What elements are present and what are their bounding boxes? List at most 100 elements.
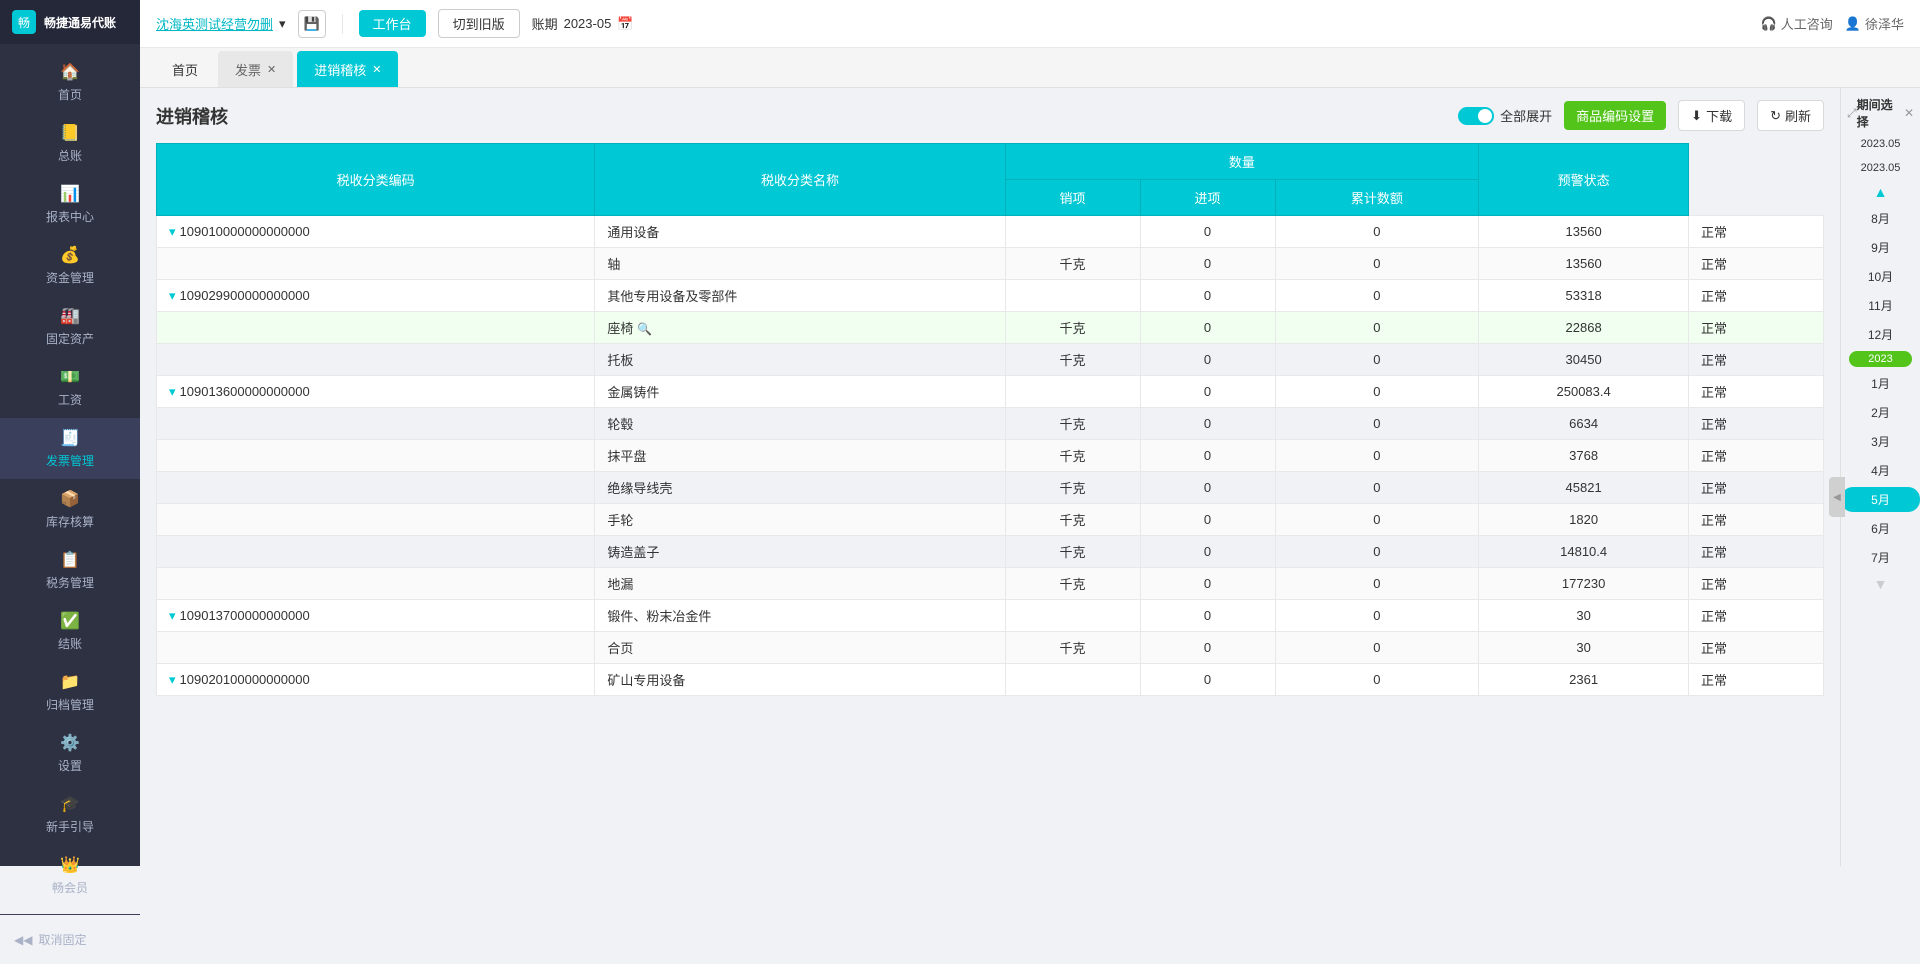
sidebar-item-invoice[interactable]: 🧾 发票管理 [0,418,140,479]
period-item-3[interactable]: 3月 [1841,429,1920,454]
period-item-9[interactable]: 9月 [1841,235,1920,260]
period-item-10[interactable]: 10月 [1841,264,1920,289]
ledger-icon: 📒 [60,123,80,143]
sidebar-label-invoice: 发票管理 [46,452,94,469]
sidebar-item-inventory[interactable]: 📦 库存核算 [0,479,140,540]
period-item-12[interactable]: 12月 [1841,322,1920,347]
main-area: 沈海英测试经营勿删 ▾ 💾 工作台 切到旧版 账期 2023-05 📅 🎧 人工… [140,0,1920,866]
cell-sales: 0 [1140,408,1275,440]
sidebar-item-settings[interactable]: ⚙️ 设置 [0,723,140,784]
sidebar-item-member[interactable]: 👑 畅会员 [0,845,140,906]
sidebar-item-salary[interactable]: 💵 工资 [0,357,140,418]
expand-icon[interactable]: ▾ [169,224,176,239]
cell-purchase: 0 [1275,440,1479,472]
cell-name: 矿山专用设备 [595,664,1005,696]
company-selector[interactable]: 沈海英测试经营勿删 ▾ [156,14,286,33]
topbar-divider-1 [342,14,343,34]
sidebar-item-home[interactable]: 🏠 首页 [0,52,140,113]
cell-unit [1005,664,1140,696]
cell-purchase: 0 [1275,216,1479,248]
toggle-all-label: 全部展开 [1500,106,1552,125]
period-item-7[interactable]: 7月 [1841,545,1920,570]
sidebar-label-settings: 设置 [58,757,82,774]
assets-icon: 🏭 [60,306,80,326]
sidebar-item-report[interactable]: 📊 报表中心 [0,174,140,235]
sidebar-item-assets[interactable]: 🏭 固定资产 [0,296,140,357]
sidebar-item-ledger[interactable]: 📒 总账 [0,113,140,174]
year-label: 2023 [1849,351,1912,367]
panel-toggle[interactable]: ◀ [1829,477,1845,517]
period-item-1[interactable]: 1月 [1841,371,1920,396]
company-dropdown-icon[interactable]: ▾ [279,16,286,32]
report-icon: 📊 [60,184,80,204]
sidebar-footer[interactable]: ◀◀ 取消固定 [0,914,140,964]
table-row: ▾109020100000000000 矿山专用设备 0 0 2361 正常 [157,664,1824,696]
company-name[interactable]: 沈海英测试经营勿删 [156,14,273,33]
switch-version-button[interactable]: 切到旧版 [438,9,520,38]
calendar-icon[interactable]: 📅 [617,16,633,32]
unpin-button[interactable]: ◀◀ 取消固定 [8,925,132,954]
refresh-button[interactable]: ↻ 刷新 [1757,100,1824,131]
sidebar-label-archive: 归档管理 [46,696,94,713]
panel-close-icon[interactable]: ✕ [1904,106,1914,120]
table-row: ▾109029900000000000 其他专用设备及零部件 0 0 53318… [157,280,1824,312]
search-icon[interactable]: 🔍 [637,322,652,336]
cell-unit: 千克 [1005,408,1140,440]
expand-all-toggle[interactable] [1458,107,1494,125]
cell-sales: 0 [1140,312,1275,344]
workspace-button[interactable]: 工作台 [359,10,426,37]
expand-icon[interactable]: ▾ [169,608,176,623]
cell-name: 座椅 🔍 [595,312,1005,344]
period-item-2[interactable]: 2月 [1841,400,1920,425]
sidebar-item-settle[interactable]: ✅ 结账 [0,601,140,662]
period-item-2023-05-1[interactable]: 2023.05 [1841,134,1920,154]
period-label: 账期 [532,14,558,33]
cell-sales: 0 [1140,472,1275,504]
guide-icon: 🎓 [60,794,80,814]
member-icon: 👑 [60,855,80,875]
sidebar-item-archive[interactable]: 📁 归档管理 [0,662,140,723]
content-area: 进销稽核 全部展开 商品编码设置 ⬇ 下载 ↻ 刷新 [140,88,1920,866]
download-button[interactable]: ⬇ 下载 [1678,100,1745,131]
support-button[interactable]: 🎧 人工咨询 [1761,14,1833,33]
save-button[interactable]: 💾 [298,10,326,38]
cell-warning: 正常 [1688,312,1823,344]
cell-name: 轴 [595,248,1005,280]
period-item-4[interactable]: 4月 [1841,458,1920,483]
product-code-settings-button[interactable]: 商品编码设置 [1564,101,1666,130]
panel-expand-icon[interactable]: ⤢ [1847,106,1857,121]
cell-sales: 0 [1140,440,1275,472]
sidebar-item-guide[interactable]: 🎓 新手引导 [0,784,140,845]
th-quantity-group: 数量 [1005,144,1479,180]
support-label: 人工咨询 [1781,14,1833,33]
period-nav-down[interactable]: ▼ [1874,576,1888,592]
tab-reconcile[interactable]: 进销稽核 ✕ [297,51,398,87]
cell-name: 地漏 [595,568,1005,600]
sidebar-item-capital[interactable]: 💰 资金管理 [0,235,140,296]
tab-invoice[interactable]: 发票 ✕ [218,51,293,87]
sidebar-label-guide: 新手引导 [46,818,94,835]
tab-home[interactable]: 首页 [156,52,214,87]
tab-invoice-close[interactable]: ✕ [267,63,276,76]
cell-code [157,344,595,376]
expand-icon[interactable]: ▾ [169,384,176,399]
period-item-11[interactable]: 11月 [1841,293,1920,318]
user-menu[interactable]: 👤 徐泽华 [1845,14,1904,33]
app-logo-icon: 畅 [12,10,36,34]
period-item-5[interactable]: 5月 [1841,487,1920,512]
period-item-2023-05-2[interactable]: 2023.05 [1841,158,1920,178]
tab-reconcile-close[interactable]: ✕ [372,63,381,76]
inventory-icon: 📦 [60,489,80,509]
expand-icon[interactable]: ▾ [169,672,176,687]
sidebar-item-tax[interactable]: 📋 税务管理 [0,540,140,601]
period-nav-up[interactable]: ▲ [1874,184,1888,200]
table-row: 抹平盘 千克 0 0 3768 正常 [157,440,1824,472]
period-item-6[interactable]: 6月 [1841,516,1920,541]
unpin-label: 取消固定 [38,931,86,948]
table-row: 绝缘导线壳 千克 0 0 45821 正常 [157,472,1824,504]
expand-icon[interactable]: ▾ [169,288,176,303]
cell-purchase: 0 [1275,248,1479,280]
period-item-8[interactable]: 8月 [1841,206,1920,231]
cell-cumulative: 250083.4 [1479,376,1689,408]
cell-purchase: 0 [1275,344,1479,376]
